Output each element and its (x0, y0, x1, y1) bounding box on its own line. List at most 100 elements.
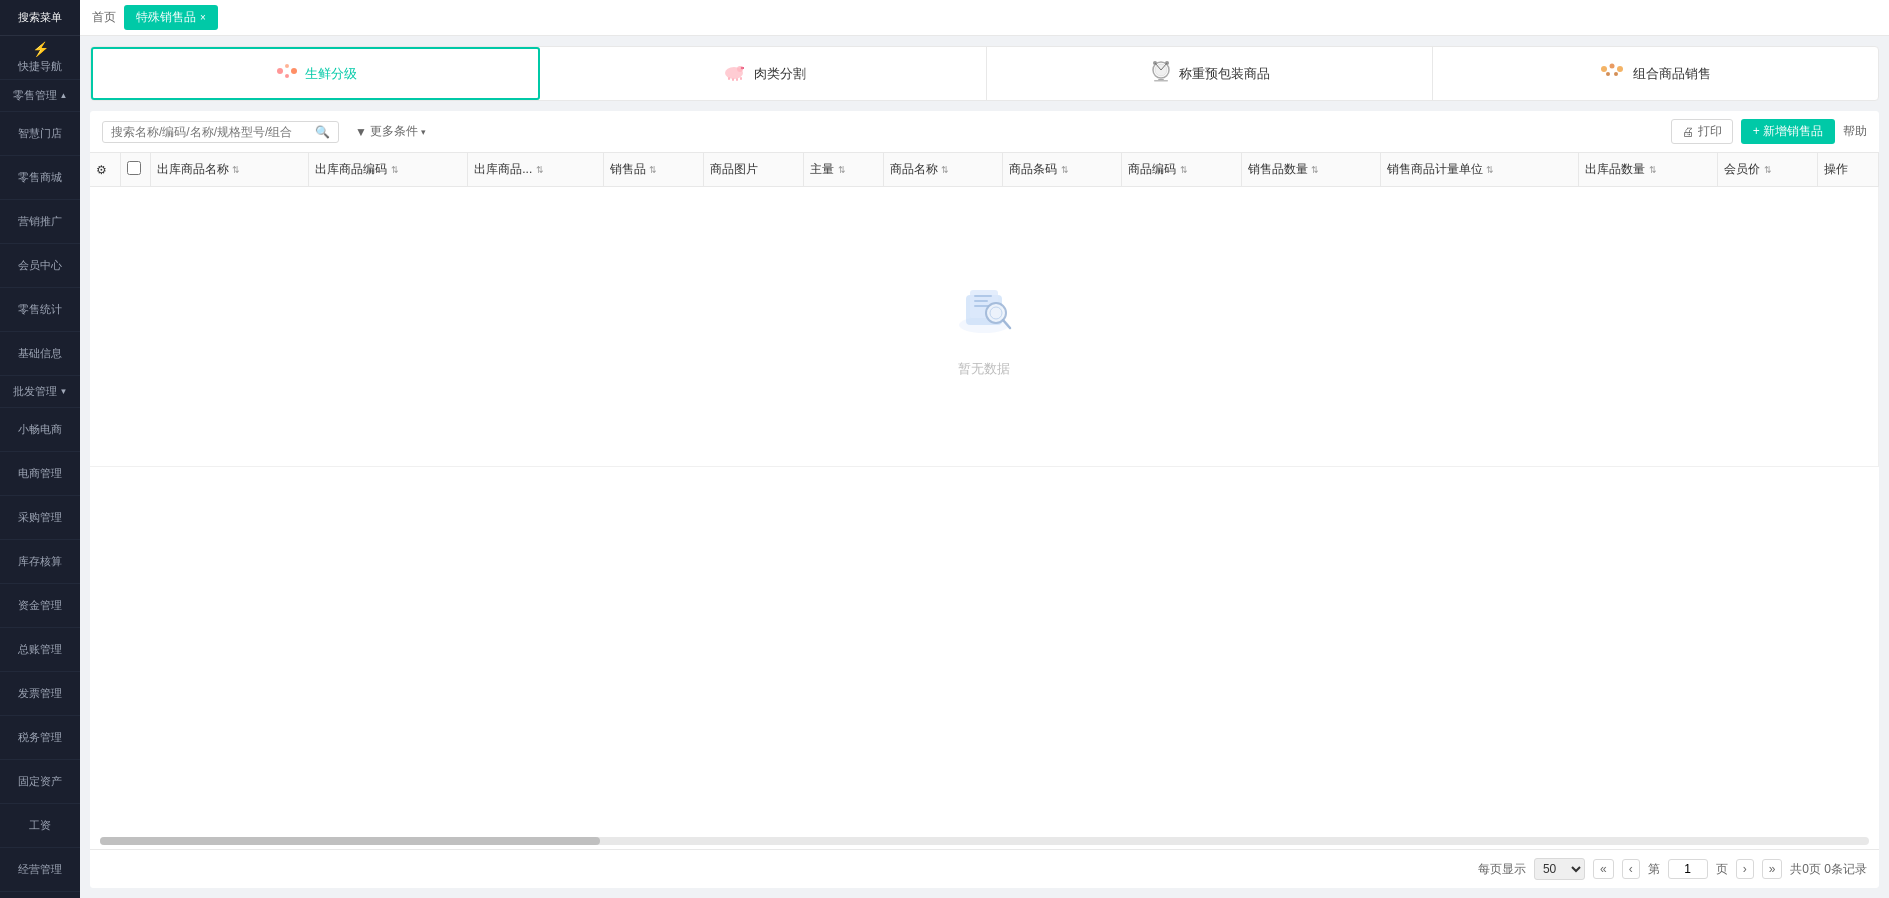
col-sale-quantity[interactable]: 销售品数量 ⇅ (1241, 153, 1380, 187)
print-icon: 🖨 (1682, 125, 1694, 139)
col-out-product-x[interactable]: 出库商品... ⇅ (468, 153, 604, 187)
col-settings[interactable]: ⚙ (90, 153, 120, 187)
tab-scale-prepack[interactable]: 称重预包装商品 (987, 47, 1433, 100)
main-content: 首页 特殊销售品 × 生鲜分级 (80, 0, 1889, 898)
retail-mgmt-arrow-icon: ▲ (60, 91, 68, 100)
help-button[interactable]: 帮助 (1843, 123, 1867, 140)
table-toolbar: 🔍 ▼ 更多条件 ▾ 🖨 打印 + 新增销售品 (90, 111, 1879, 153)
prev-page-button[interactable]: ‹ (1622, 859, 1640, 879)
add-sale-item-button[interactable]: + 新增销售品 (1741, 119, 1835, 144)
col-out-product-code[interactable]: 出库商品编码 ⇅ (309, 153, 468, 187)
sort-icon-out-product-code: ⇅ (391, 165, 399, 175)
col-product-image[interactable]: 商品图片 (703, 153, 804, 187)
combo-icon (1599, 61, 1627, 86)
svg-point-22 (1610, 64, 1615, 69)
page-content: 生鲜分级 肉类分割 (80, 36, 1889, 898)
sort-icon-product-barcode: ⇅ (1061, 165, 1069, 175)
sidebar-item-inventory[interactable]: 库存核算 (0, 540, 80, 584)
sort-icon-product-name: ⇅ (941, 165, 949, 175)
svg-point-0 (277, 68, 283, 74)
sort-icon-out-product-x: ⇅ (536, 165, 544, 175)
filter-arrow-icon: ▾ (421, 127, 426, 137)
select-all-checkbox[interactable] (127, 161, 141, 175)
next-page-button[interactable]: › (1736, 859, 1754, 879)
topbar-home-link[interactable]: 首页 (92, 9, 116, 26)
svg-point-7 (741, 67, 742, 68)
tab-fresh-grade[interactable]: 生鲜分级 (91, 47, 540, 100)
sidebar-item-finance[interactable]: 资金管理 (0, 584, 80, 628)
sidebar-logo[interactable]: 搜索菜单 (0, 0, 80, 36)
sidebar: 搜索菜单 ⚡ 快捷导航 零售管理 ▲ 智慧门店 零售商城 营销推广 会员中心 零… (0, 0, 80, 898)
topbar-active-tab[interactable]: 特殊销售品 × (124, 5, 218, 30)
sort-icon-sale-product: ⇅ (649, 165, 657, 175)
filter-button[interactable]: ▼ 更多条件 ▾ (347, 120, 434, 143)
col-sale-product[interactable]: 销售品 ⇅ (604, 153, 704, 187)
sort-icon-main-weight: ⇅ (838, 165, 846, 175)
col-member-price[interactable]: 会员价 ⇅ (1718, 153, 1818, 187)
svg-rect-29 (974, 295, 992, 297)
col-out-product-name[interactable]: 出库商品名称 ⇅ (150, 153, 309, 187)
col-action: 操作 (1817, 153, 1878, 187)
pig-icon (720, 61, 748, 86)
horizontal-scrollbar[interactable] (100, 837, 1869, 845)
col-sale-unit[interactable]: 销售商品计量单位 ⇅ (1380, 153, 1578, 187)
sidebar-item-basic-info[interactable]: 基础信息 (0, 332, 80, 376)
col-product-code[interactable]: 商品编码 ⇅ (1122, 153, 1241, 187)
sidebar-item-ops-mgmt[interactable]: 经营管理 (0, 848, 80, 892)
first-page-button[interactable]: « (1593, 859, 1614, 879)
col-main-weight[interactable]: 主量 ⇅ (804, 153, 884, 187)
fresh-grade-icon (275, 61, 299, 86)
sidebar-item-basic-info2[interactable]: 基础信息 (0, 892, 80, 898)
empty-state: 暂无数据 (96, 195, 1872, 458)
sidebar-item-quick-nav[interactable]: ⚡ 快捷导航 (0, 36, 80, 80)
page-size-select[interactable]: 50 10 20 100 (1534, 858, 1585, 880)
svg-rect-20 (1154, 80, 1168, 82)
svg-rect-11 (736, 78, 738, 81)
tab-meat-division[interactable]: 肉类分割 (540, 47, 986, 100)
pagination: 每页显示 50 10 20 100 « ‹ 第 页 › » 共0页 0条记录 (90, 849, 1879, 888)
sidebar-item-purchase-mgmt[interactable]: 采购管理 (0, 496, 80, 540)
col-product-barcode[interactable]: 商品条码 ⇅ (1003, 153, 1122, 187)
search-box[interactable]: 🔍 (102, 121, 339, 143)
svg-point-25 (1614, 72, 1618, 76)
col-checkbox[interactable] (120, 153, 150, 187)
sidebar-item-retail-mgmt[interactable]: 零售管理 ▲ (0, 80, 80, 112)
sidebar-item-mini-ecom[interactable]: 小畅电商 (0, 408, 80, 452)
search-input[interactable] (111, 125, 311, 139)
scale-icon (1149, 60, 1173, 87)
col-out-quantity[interactable]: 出库品数量 ⇅ (1579, 153, 1718, 187)
filter-icon: ▼ (355, 125, 367, 139)
svg-rect-12 (740, 77, 742, 80)
quick-nav-icon: ⚡ (32, 41, 49, 57)
svg-point-23 (1617, 66, 1623, 72)
sidebar-item-general-ledger[interactable]: 总账管理 (0, 628, 80, 672)
page-label: 第 (1648, 861, 1660, 878)
sidebar-item-retail-mall[interactable]: 零售商城 (0, 156, 80, 200)
sidebar-item-ecom-mgmt[interactable]: 电商管理 (0, 452, 80, 496)
svg-point-3 (285, 74, 289, 78)
svg-rect-30 (974, 300, 988, 302)
sidebar-item-smart-store[interactable]: 智慧门店 (0, 112, 80, 156)
svg-point-8 (743, 67, 744, 68)
topbar: 首页 特殊销售品 × (80, 0, 1889, 36)
sidebar-item-fixed-assets[interactable]: 固定资产 (0, 760, 80, 804)
scroll-thumb[interactable] (100, 837, 600, 845)
sidebar-item-member-center[interactable]: 会员中心 (0, 244, 80, 288)
sidebar-item-invoice-mgmt[interactable]: 发票管理 (0, 672, 80, 716)
last-page-button[interactable]: » (1762, 859, 1783, 879)
sidebar-item-tax-mgmt[interactable]: 税务管理 (0, 716, 80, 760)
print-button[interactable]: 🖨 打印 (1671, 119, 1733, 144)
category-tabs: 生鲜分级 肉类分割 (90, 46, 1879, 101)
total-info: 共0页 0条记录 (1790, 861, 1867, 878)
search-icon[interactable]: 🔍 (315, 125, 330, 139)
svg-point-2 (291, 68, 297, 74)
sidebar-item-salary[interactable]: 工资 (0, 804, 80, 848)
tab-close-icon[interactable]: × (200, 12, 206, 23)
sidebar-item-wholesale-mgmt[interactable]: 批发管理 ▼ (0, 376, 80, 408)
sidebar-item-retail-stats[interactable]: 零售统计 (0, 288, 80, 332)
sidebar-item-sales-promo[interactable]: 营销推广 (0, 200, 80, 244)
tab-combo-sales[interactable]: 组合商品销售 (1433, 47, 1878, 100)
col-product-name[interactable]: 商品名称 ⇅ (883, 153, 1002, 187)
empty-illustration (944, 275, 1024, 348)
page-number-input[interactable] (1668, 859, 1708, 879)
